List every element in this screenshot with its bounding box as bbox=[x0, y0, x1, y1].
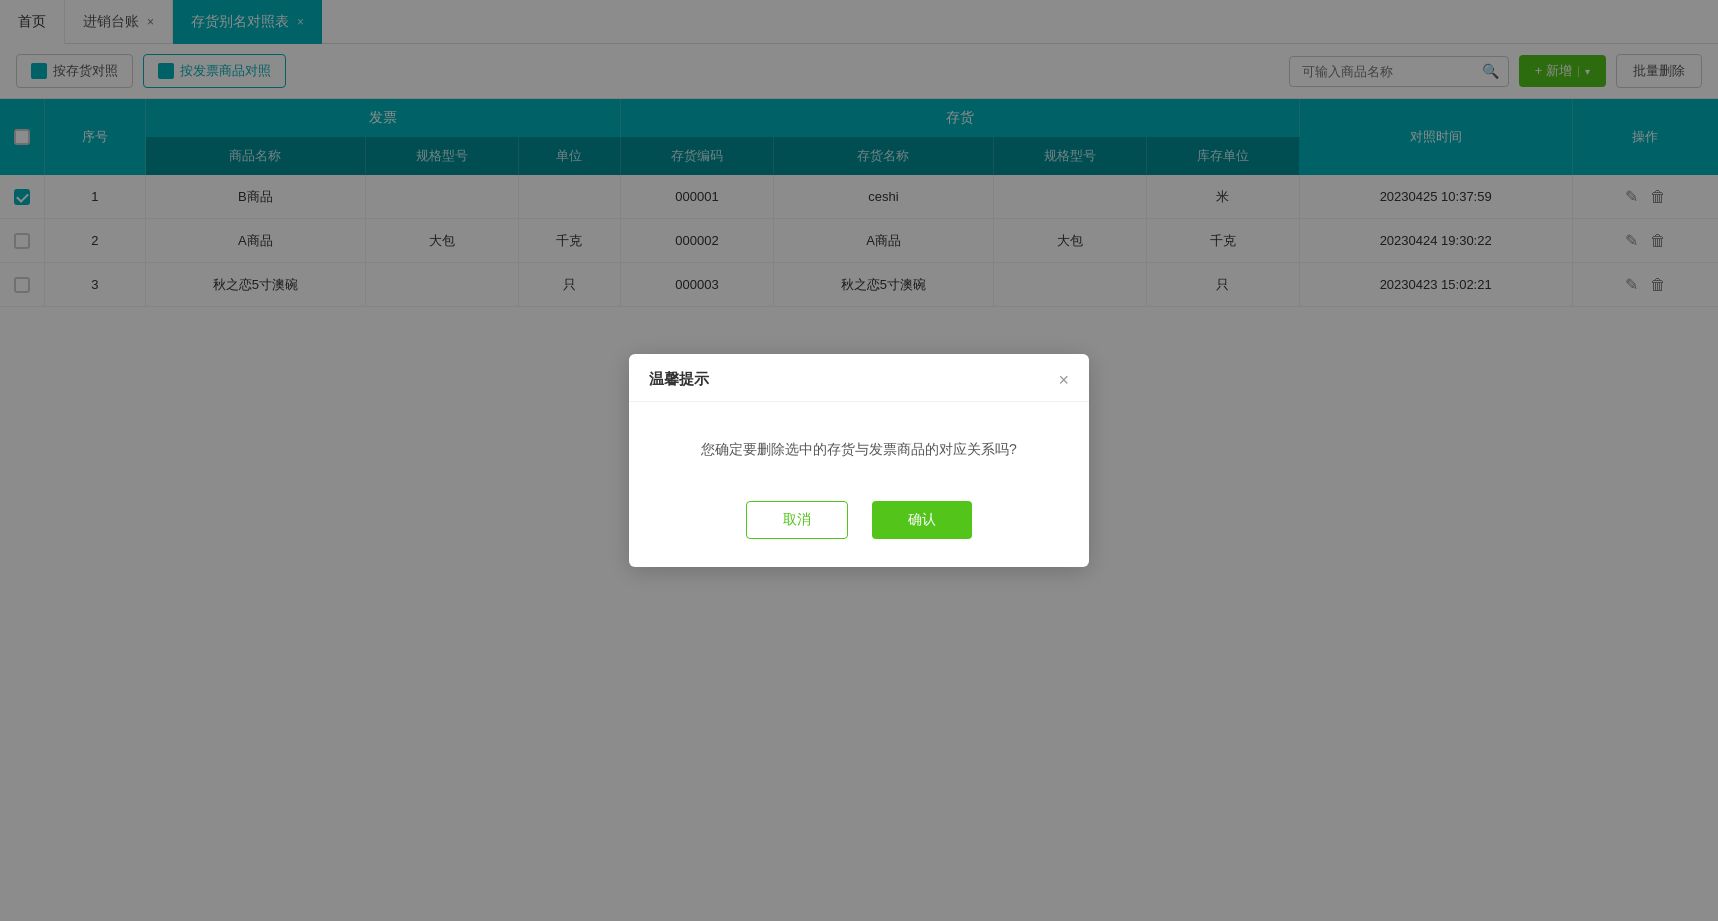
dialog-title: 温馨提示 bbox=[649, 370, 709, 389]
dialog-footer: 取消 确认 bbox=[629, 491, 1089, 567]
dialog-body: 您确定要删除选中的存货与发票商品的对应关系吗? bbox=[629, 402, 1089, 490]
confirm-dialog: 温馨提示 × 您确定要删除选中的存货与发票商品的对应关系吗? 取消 确认 bbox=[629, 354, 1089, 566]
cancel-button[interactable]: 取消 bbox=[746, 501, 848, 539]
dialog-message: 您确定要删除选中的存货与发票商品的对应关系吗? bbox=[701, 441, 1017, 457]
dialog-close-btn[interactable]: × bbox=[1058, 371, 1069, 389]
dialog-overlay[interactable]: 温馨提示 × 您确定要删除选中的存货与发票商品的对应关系吗? 取消 确认 bbox=[0, 0, 1718, 921]
dialog-header: 温馨提示 × bbox=[629, 354, 1089, 402]
confirm-button[interactable]: 确认 bbox=[872, 501, 972, 539]
